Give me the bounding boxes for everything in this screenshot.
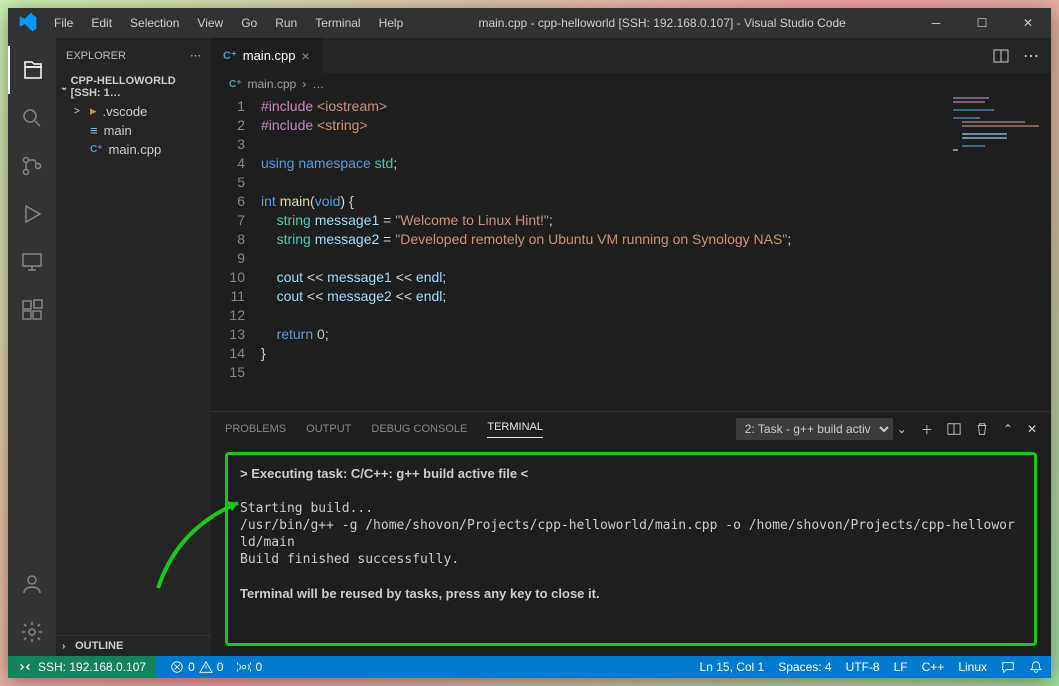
window-title: main.cpp - cpp-helloworld [SSH: 192.168.… <box>411 16 913 30</box>
tab-main-cpp[interactable]: C⁺ main.cpp × <box>211 38 323 73</box>
chevron-down-icon: ⌄ <box>60 82 69 93</box>
minimize-button[interactable]: ─ <box>913 8 959 38</box>
file-tree-item[interactable]: C⁺main.cpp <box>68 140 211 159</box>
vscode-window: FileEditSelectionViewGoRunTerminalHelp m… <box>8 8 1051 678</box>
remote-explorer-activity-icon[interactable] <box>8 238 56 286</box>
cpp-file-icon: C⁺ <box>223 49 237 62</box>
breadcrumb[interactable]: C⁺ main.cpp › … <box>211 73 1051 95</box>
extensions-activity-icon[interactable] <box>8 286 56 334</box>
panel-tab-problems[interactable]: PROBLEMS <box>225 423 286 435</box>
close-button[interactable]: ✕ <box>1005 8 1051 38</box>
encoding-status[interactable]: UTF-8 <box>846 660 880 674</box>
menu-bar: FileEditSelectionViewGoRunTerminalHelp <box>46 12 411 34</box>
indentation-status[interactable]: Spaces: 4 <box>778 660 831 674</box>
split-editor-icon[interactable] <box>993 48 1009 64</box>
panel-tab-output[interactable]: OUTPUT <box>306 423 351 435</box>
file-tree-item[interactable]: >▸.vscode <box>68 101 211 121</box>
menu-help[interactable]: Help <box>371 12 412 34</box>
close-panel-icon[interactable]: ✕ <box>1027 422 1037 436</box>
problems-status[interactable]: 0 0 <box>170 660 223 674</box>
tab-label: main.cpp <box>243 48 296 63</box>
file-tree-item[interactable]: ≡main <box>68 121 211 140</box>
vscode-logo-icon <box>18 13 38 33</box>
status-bar: SSH: 192.168.0.107 0 0 0 Ln 15, Col 1 Sp… <box>8 656 1051 678</box>
eol-status[interactable]: LF <box>894 660 908 674</box>
panel-tabs: PROBLEMS OUTPUT DEBUG CONSOLE TERMINAL 2: Ta… <box>211 412 1051 446</box>
panel-tab-terminal[interactable]: TERMINAL <box>487 421 543 438</box>
menu-go[interactable]: Go <box>233 12 265 34</box>
notifications-icon[interactable] <box>1029 660 1043 674</box>
bottom-panel: PROBLEMS OUTPUT DEBUG CONSOLE TERMINAL 2: Ta… <box>211 411 1051 656</box>
new-terminal-icon[interactable]: ＋ <box>921 421 933 438</box>
source-control-activity-icon[interactable] <box>8 142 56 190</box>
project-name: CPP-HELLOWORLD [SSH: 1… <box>71 75 207 99</box>
outline-section[interactable]: › OUTLINE <box>56 635 211 656</box>
menu-file[interactable]: File <box>46 12 81 34</box>
terminal-select[interactable]: 2: Task - g++ build activ <box>736 418 893 440</box>
run-debug-activity-icon[interactable] <box>8 190 56 238</box>
activity-bar <box>8 38 56 656</box>
file-tree: >▸.vscode≡mainC⁺main.cpp <box>56 101 211 159</box>
ports-status[interactable]: 0 <box>237 660 262 674</box>
line-gutter: 123456789101112131415 <box>211 95 261 411</box>
feedback-icon[interactable] <box>1001 660 1015 674</box>
titlebar: FileEditSelectionViewGoRunTerminalHelp m… <box>8 8 1051 38</box>
menu-terminal[interactable]: Terminal <box>307 12 368 34</box>
sidebar: EXPLORER ⋯ ⌄ CPP-HELLOWORLD [SSH: 1… >▸.… <box>56 38 211 656</box>
minimap[interactable] <box>953 97 1043 157</box>
editor-tabs: C⁺ main.cpp × ⋯ <box>211 38 1051 73</box>
menu-edit[interactable]: Edit <box>83 12 120 34</box>
cursor-position[interactable]: Ln 15, Col 1 <box>700 660 765 674</box>
explorer-activity-icon[interactable] <box>8 46 56 94</box>
chevron-down-icon[interactable]: ⌄ <box>897 422 907 436</box>
menu-run[interactable]: Run <box>267 12 305 34</box>
account-icon[interactable] <box>8 560 56 608</box>
split-terminal-icon[interactable] <box>947 422 961 436</box>
menu-selection[interactable]: Selection <box>122 12 187 34</box>
language-status[interactable]: C++ <box>922 660 945 674</box>
kill-terminal-icon[interactable] <box>975 422 989 436</box>
panel-tab-debug-console[interactable]: DEBUG CONSOLE <box>371 423 467 435</box>
os-status[interactable]: Linux <box>958 660 987 674</box>
menu-view[interactable]: View <box>189 12 231 34</box>
maximize-button[interactable]: ☐ <box>959 8 1005 38</box>
cpp-file-icon: C⁺ <box>229 79 242 90</box>
code-source[interactable]: #include <iostream>#include <string> usi… <box>261 95 1051 411</box>
editor-area: C⁺ main.cpp × ⋯ C⁺ main.cpp › … 12345678… <box>211 38 1051 656</box>
settings-gear-icon[interactable] <box>8 608 56 656</box>
remote-status[interactable]: SSH: 192.168.0.107 <box>8 656 156 678</box>
chevron-right-icon: › <box>62 641 72 652</box>
sidebar-title: EXPLORER <box>66 50 126 62</box>
editor-more-icon[interactable]: ⋯ <box>1023 46 1039 66</box>
terminal-output[interactable]: > Executing task: C/C++: g++ build activ… <box>225 452 1037 646</box>
project-section[interactable]: ⌄ CPP-HELLOWORLD [SSH: 1… <box>56 73 211 101</box>
search-activity-icon[interactable] <box>8 94 56 142</box>
tab-close-icon[interactable]: × <box>302 48 310 64</box>
maximize-panel-icon[interactable]: ⌃ <box>1003 422 1013 436</box>
code-editor[interactable]: 123456789101112131415 #include <iostream… <box>211 95 1051 411</box>
sidebar-more-icon[interactable]: ⋯ <box>190 49 201 62</box>
